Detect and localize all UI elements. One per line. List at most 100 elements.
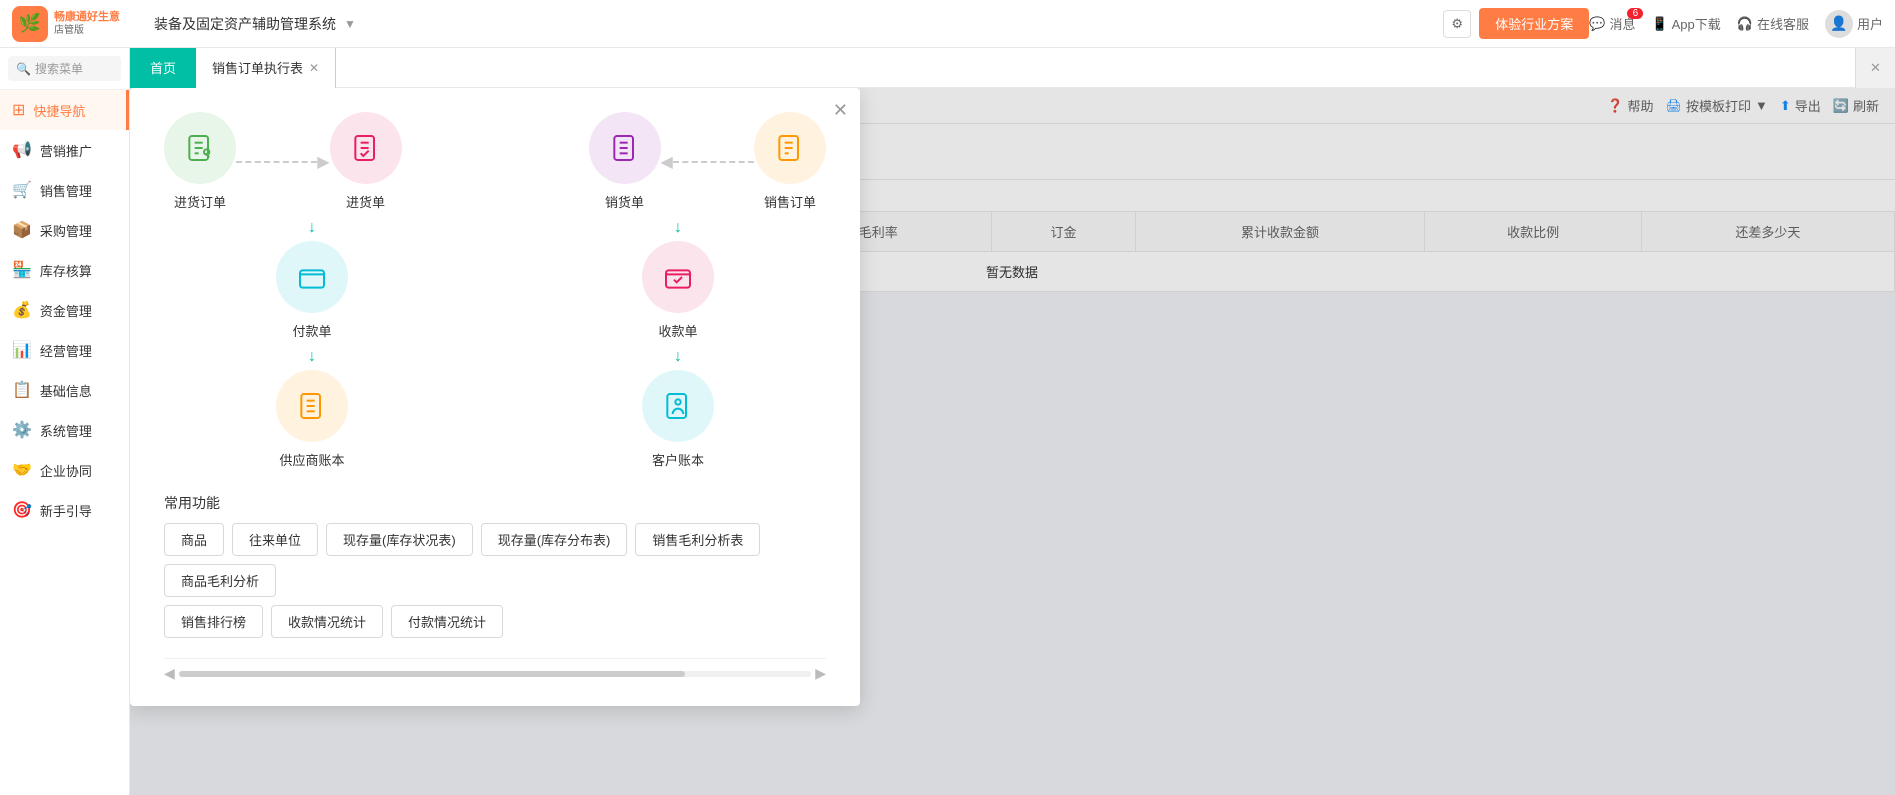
supplier-account-icon — [276, 370, 348, 442]
sidebar-item-label: 系统管理 — [40, 421, 92, 440]
content-area: 首页 销售订单执行表 ✕ ✕ ❓ 帮助 🖨 — [130, 48, 1895, 795]
func-buttons-row1: 商品 往来单位 现存量(库存状况表) 现存量(库存分布表) 销售毛利分析表 商品… — [164, 523, 826, 597]
user-menu[interactable]: 👤 用户 — [1825, 10, 1883, 38]
sidebar-item-newbie[interactable]: 🎯 新手引导 — [0, 490, 129, 530]
customer-account-icon — [642, 370, 714, 442]
sidebar-item-quick-nav[interactable]: ⊞ 快捷导航 — [0, 90, 129, 130]
sidebar-item-basic[interactable]: 📋 基础信息 — [0, 370, 129, 410]
sidebar-item-sales[interactable]: 🛒 销售管理 — [0, 170, 129, 210]
common-functions-title: 常用功能 — [164, 493, 826, 513]
system-title-area: 装备及固定资产辅助管理系统 ▼ — [142, 14, 1443, 34]
sp1 — [164, 348, 236, 366]
page-content: ❓ 帮助 🖨 按模板打印 ▼ ⬆ 导出 🔄 刷新 — [130, 88, 1895, 795]
flow-sales-bill: 销货单 — [589, 112, 661, 211]
top-right-area: 💬 消息 6 📱 App下载 🎧 在线客服 👤 用户 — [1589, 10, 1883, 38]
func-btn-sales-rank[interactable]: 销售排行榜 — [164, 605, 263, 638]
sales-bill-icon — [589, 112, 661, 184]
sidebar-search-area[interactable]: 🔍 搜索菜单 — [0, 48, 129, 90]
sidebar-item-label: 销售管理 — [40, 181, 92, 200]
sp5 — [754, 348, 826, 366]
system-title-text: 装备及固定资产辅助管理系统 — [154, 14, 336, 34]
sidebar-item-label: 快捷导航 — [33, 101, 85, 120]
func-btn-payment-stats[interactable]: 付款情况统计 — [391, 605, 503, 638]
sidebar-item-enterprise[interactable]: 🤝 企业协同 — [0, 450, 129, 490]
sidebar-item-label: 新手引导 — [40, 501, 92, 520]
flow-sales-order: 销售订单 — [754, 112, 826, 211]
purchase-order-icon — [164, 112, 236, 184]
sidebar-item-marketing[interactable]: 📢 营销推广 — [0, 130, 129, 170]
quick-nav-icon: ⊞ — [12, 100, 25, 120]
receipt-bill-label: 收款单 — [658, 321, 697, 340]
flow-receipt-bill: 收款单 — [642, 241, 714, 340]
arrow-down-purchase: ↓ — [276, 219, 348, 237]
message-button[interactable]: 💬 消息 6 — [1589, 14, 1635, 33]
message-icon: 💬 — [1589, 16, 1605, 32]
sales-order-label: 销售订单 — [764, 192, 816, 211]
sidebar-item-label: 企业协同 — [40, 461, 92, 480]
search-menu-button[interactable]: 🔍 搜索菜单 — [8, 56, 121, 81]
scroll-left-button[interactable]: ◀ — [164, 665, 175, 682]
tab-home-label: 首页 — [150, 58, 176, 77]
operation-icon: 📊 — [12, 340, 32, 360]
top-bar: 🌿 畅康通好生意 店管版 装备及固定资产辅助管理系统 ▼ ⚙ 体验行业方案 💬 … — [0, 0, 1895, 48]
sidebar-item-inventory[interactable]: 🏪 库存核算 — [0, 250, 129, 290]
finance-icon: 💰 — [12, 300, 32, 320]
tab-close-all-button[interactable]: ✕ — [1855, 48, 1895, 88]
search-menu-label: 搜索菜单 — [35, 60, 83, 77]
sales-icon: 🛒 — [12, 180, 32, 200]
func-btn-receipt-stats[interactable]: 收款情况统计 — [271, 605, 383, 638]
func-buttons-row2: 销售排行榜 收款情况统计 付款情况统计 — [164, 605, 826, 638]
func-btn-product[interactable]: 商品 — [164, 523, 224, 556]
service-icon: 🎧 — [1737, 16, 1753, 32]
arrow-down-receipt: ↓ — [642, 348, 714, 366]
sidebar-item-finance[interactable]: 💰 资金管理 — [0, 290, 129, 330]
main-area: 🔍 搜索菜单 ⊞ 快捷导航 📢 营销推广 🛒 销售管理 📦 采购管理 — [0, 48, 1895, 795]
sp4 — [714, 348, 754, 366]
modal-overlay: ✕ 进货订 — [130, 88, 1895, 795]
search-icon: 🔍 — [16, 62, 31, 76]
purchase-order-label: 进货订单 — [174, 192, 226, 211]
basic-icon: 📋 — [12, 380, 32, 400]
user-name: 用户 — [1857, 14, 1883, 33]
sidebar-item-label: 经营管理 — [40, 341, 92, 360]
func-btn-stock-status[interactable]: 现存量(库存状况表) — [326, 523, 473, 556]
system-dropdown-icon[interactable]: ▼ — [344, 17, 356, 31]
payment-bill-label: 付款单 — [292, 321, 331, 340]
func-btn-product-margin[interactable]: 商品毛利分析 — [164, 564, 276, 597]
modal-close-button[interactable]: ✕ — [833, 100, 848, 121]
receipt-bill-icon — [642, 241, 714, 313]
sidebar-item-system[interactable]: ⚙️ 系统管理 — [0, 410, 129, 450]
logo-area: 🌿 畅康通好生意 店管版 — [12, 6, 142, 42]
tab-bar: 首页 销售订单执行表 ✕ ✕ — [130, 48, 1895, 88]
scrollbar-track[interactable] — [179, 671, 811, 677]
app-download-button[interactable]: 📱 App下载 — [1651, 14, 1720, 33]
app-download-label: App下载 — [1672, 14, 1721, 33]
flow-diagram: 进货订单 ▶ — [154, 112, 836, 682]
space1 — [164, 219, 236, 237]
tab-home[interactable]: 首页 — [130, 48, 196, 88]
modal-scrollbar-area: ◀ ▶ — [164, 658, 826, 682]
func-btn-counterpart[interactable]: 往来单位 — [232, 523, 318, 556]
sales-bill-label: 销货单 — [605, 192, 644, 211]
sidebar-item-label: 资金管理 — [40, 301, 92, 320]
sidebar-item-purchase[interactable]: 📦 采购管理 — [0, 210, 129, 250]
marketing-icon: 📢 — [12, 140, 32, 160]
logo-line2: 店管版 — [54, 24, 120, 37]
customer-account-label: 客户账本 — [652, 450, 704, 469]
func-btn-stock-dist[interactable]: 现存量(库存分布表) — [481, 523, 628, 556]
logo-line1: 畅康通好生意 — [54, 10, 120, 24]
flow-purchase-bill: 进货单 — [330, 112, 402, 211]
common-functions: 常用功能 商品 往来单位 现存量(库存状况表) 现存量(库存分布表) 销售毛利分… — [164, 485, 826, 658]
sidebar-item-operation[interactable]: 📊 经营管理 — [0, 330, 129, 370]
scroll-right-button[interactable]: ▶ — [815, 665, 826, 682]
scrollbar-thumb — [179, 671, 685, 677]
space4 — [714, 219, 754, 237]
tab-close-button[interactable]: ✕ — [309, 61, 319, 75]
trial-button[interactable]: 体验行业方案 — [1479, 8, 1589, 39]
tab-sales-order[interactable]: 销售订单执行表 ✕ — [196, 48, 336, 88]
func-btn-sales-margin[interactable]: 销售毛利分析表 — [635, 523, 760, 556]
space2 — [236, 219, 276, 237]
online-service-button[interactable]: 🎧 在线客服 — [1737, 14, 1809, 33]
settings-button[interactable]: ⚙ — [1443, 10, 1471, 38]
flow-payment-bill: 付款单 — [276, 241, 348, 340]
